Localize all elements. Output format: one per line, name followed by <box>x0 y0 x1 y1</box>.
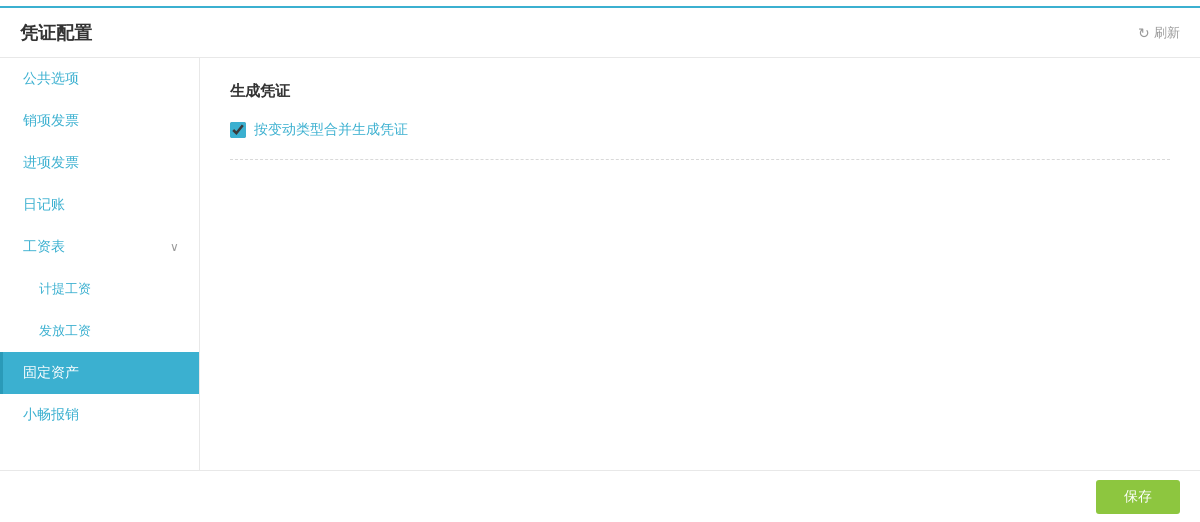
sidebar-item-label-payroll-accrual: 计提工资 <box>39 280 91 298</box>
sidebar-item-purchase-invoice[interactable]: 进项发票 <box>0 142 199 184</box>
refresh-label: 刷新 <box>1154 24 1180 42</box>
sidebar-item-payroll-release[interactable]: 发放工资 <box>0 310 199 352</box>
save-button[interactable]: 保存 <box>1096 480 1180 514</box>
sidebar-item-fixed-assets[interactable]: 固定资产 <box>0 352 199 394</box>
page-title: 凭证配置 <box>20 21 92 45</box>
merge-by-type-label[interactable]: 按变动类型合并生成凭证 <box>254 121 408 139</box>
sidebar-item-public-options[interactable]: 公共选项 <box>0 58 199 100</box>
sidebar-item-expense-reimbursement[interactable]: 小畅报销 <box>0 394 199 436</box>
sidebar-item-label-expense-reimbursement: 小畅报销 <box>23 406 79 424</box>
section-title: 生成凭证 <box>230 82 1170 101</box>
merge-by-type-checkbox[interactable] <box>230 122 246 138</box>
sidebar-item-label-payroll-table: 工资表 <box>23 238 65 256</box>
refresh-button[interactable]: ↻ 刷新 <box>1138 24 1180 42</box>
page-footer: 保存 <box>0 470 1200 522</box>
sidebar-item-sales-invoice[interactable]: 销项发票 <box>0 100 199 142</box>
sidebar-item-payroll-table[interactable]: 工资表 ∨ <box>0 226 199 268</box>
main-content: 公共选项销项发票进项发票日记账工资表 ∨ 计提工资发放工资固定资产小畅报销 生成凭证… <box>0 58 1200 470</box>
chevron-down-icon: ∨ <box>170 240 179 254</box>
sidebar-item-label-payroll-release: 发放工资 <box>39 322 91 340</box>
sidebar-item-label-sales-invoice: 销项发票 <box>23 112 79 130</box>
sidebar-item-payroll-accrual[interactable]: 计提工资 <box>0 268 199 310</box>
top-tab-bar <box>0 0 1200 8</box>
page-header: 凭证配置 ↻ 刷新 <box>0 8 1200 58</box>
sidebar-item-label-purchase-invoice: 进项发票 <box>23 154 79 172</box>
sidebar-item-label-journal: 日记账 <box>23 196 65 214</box>
content-area: 生成凭证 按变动类型合并生成凭证 <box>200 58 1200 470</box>
section-divider <box>230 159 1170 160</box>
sidebar-item-journal[interactable]: 日记账 <box>0 184 199 226</box>
page-wrapper: 凭证配置 ↻ 刷新 公共选项销项发票进项发票日记账工资表 ∨ 计提工资发放工资固定资… <box>0 0 1200 522</box>
checkbox-row: 按变动类型合并生成凭证 <box>230 121 1170 139</box>
sidebar: 公共选项销项发票进项发票日记账工资表 ∨ 计提工资发放工资固定资产小畅报销 <box>0 58 200 470</box>
sidebar-item-label-fixed-assets: 固定资产 <box>23 364 79 382</box>
refresh-icon: ↻ <box>1138 25 1150 41</box>
sidebar-item-label-public-options: 公共选项 <box>23 70 79 88</box>
